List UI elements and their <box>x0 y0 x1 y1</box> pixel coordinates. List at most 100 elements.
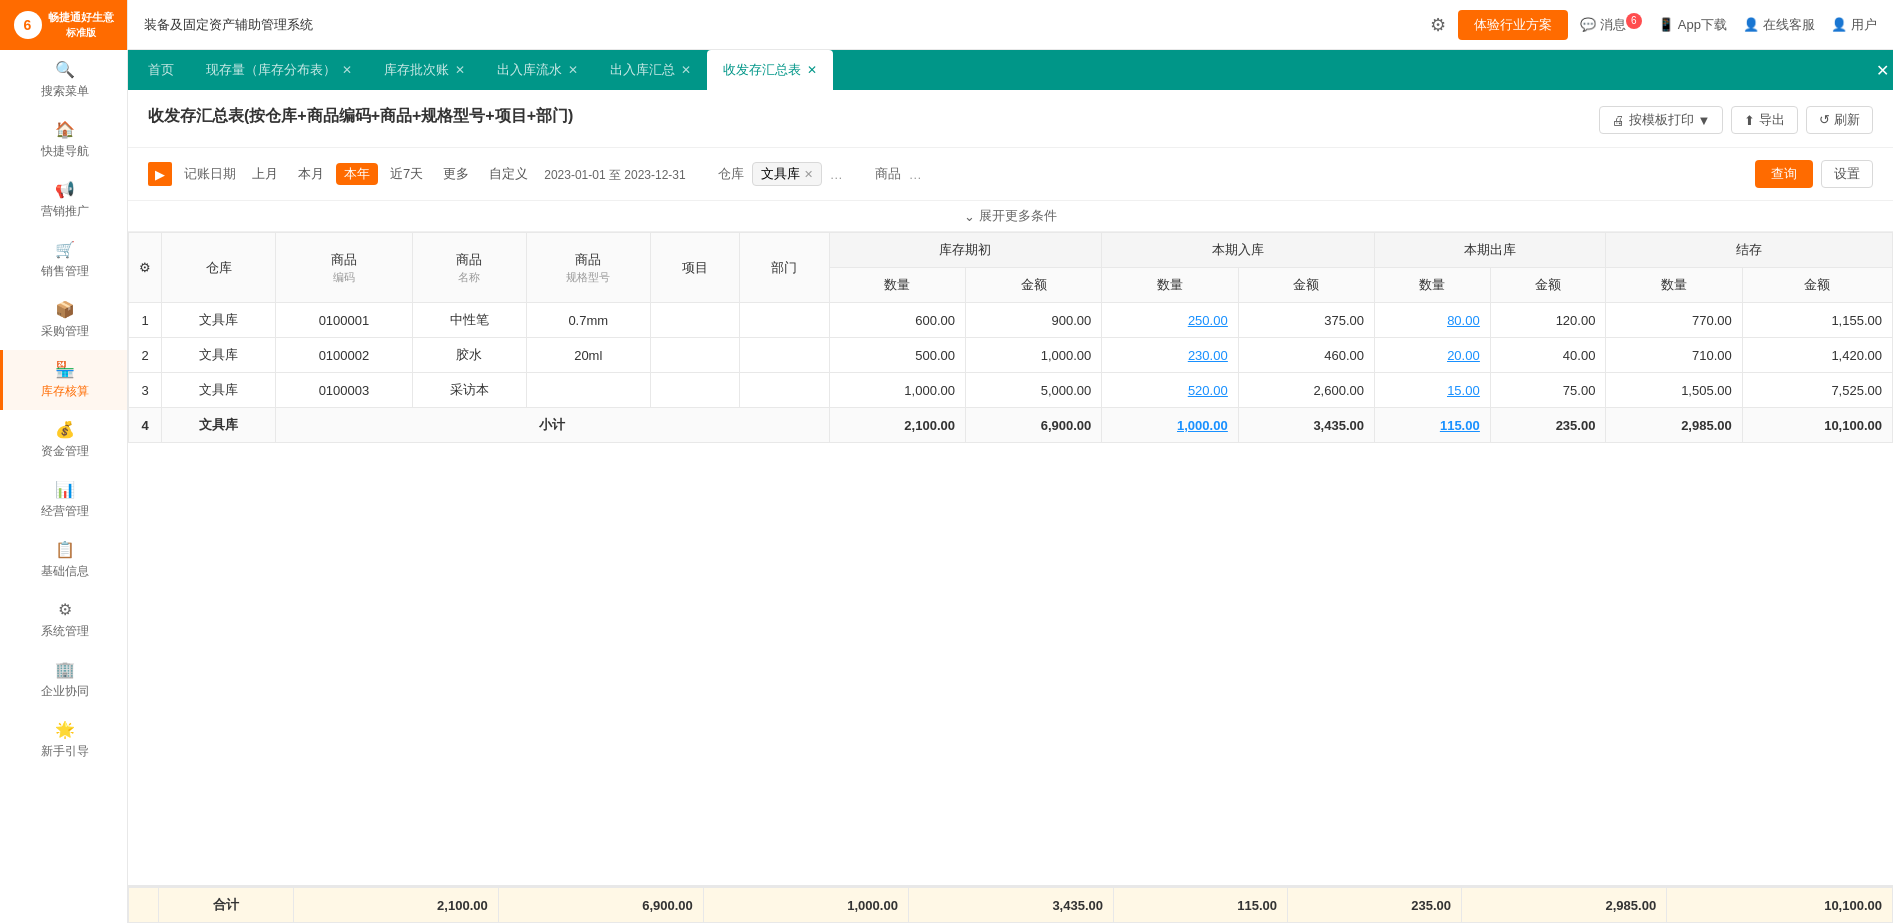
page-header: 收发存汇总表(按仓库+商品编码+商品+规格型号+项目+部门) 🖨 按模板打印 ▼… <box>128 90 1893 148</box>
product-more-button[interactable]: … <box>909 167 922 182</box>
col-sub-out-amt: 金额 <box>1490 268 1606 303</box>
row-out-qty[interactable]: 20.00 <box>1374 338 1490 373</box>
tab-close-recv-send[interactable]: ✕ <box>807 63 817 77</box>
print-icon: 🖨 <box>1612 113 1625 128</box>
row-opening-qty: 1,000.00 <box>829 373 965 408</box>
tab-close-inout-summary[interactable]: ✕ <box>681 63 691 77</box>
sidebar-item-label: 采购管理 <box>41 323 89 340</box>
row-opening-amt: 5,000.00 <box>965 373 1101 408</box>
subtotal-in-qty[interactable]: 1,000.00 <box>1102 408 1238 443</box>
tab-recv-send[interactable]: 收发存汇总表✕ <box>707 50 833 90</box>
tab-inventory-dist[interactable]: 现存量（库存分布表）✕ <box>190 50 368 90</box>
tab-home[interactable]: 首页 <box>132 50 190 90</box>
sidebar-item-operations[interactable]: 📊经营管理 <box>0 470 127 530</box>
sidebar-item-label: 企业协同 <box>41 683 89 700</box>
row-warehouse: 文具库 <box>162 303 276 338</box>
chevron-right-icon: ▶ <box>155 167 165 182</box>
row-product-spec <box>526 373 650 408</box>
query-button[interactable]: 查询 <box>1755 160 1813 188</box>
row-in-qty[interactable]: 250.00 <box>1102 303 1238 338</box>
date-option-more[interactable]: 更多 <box>435 163 477 185</box>
total-balance-qty: 2,985.00 <box>1462 888 1667 923</box>
tab-close-inventory-dist[interactable]: ✕ <box>342 63 352 77</box>
app-tag: 标准版 <box>62 26 100 39</box>
tab-close-inout-flow[interactable]: ✕ <box>568 63 578 77</box>
sidebar-item-purchase[interactable]: 📦 采购管理 <box>0 290 127 350</box>
tab-batch[interactable]: 库存批次账✕ <box>368 50 481 90</box>
tab-label-inout-flow: 出入库流水 <box>497 61 562 79</box>
date-option-this-year[interactable]: 本年 <box>336 163 378 185</box>
settings-icon[interactable]: ⚙ <box>1430 14 1446 36</box>
row-balance-qty: 1,505.00 <box>1606 373 1742 408</box>
row-opening-amt: 1,000.00 <box>965 338 1101 373</box>
sidebar-item-inventory[interactable]: 🏪 库存核算 <box>0 350 127 410</box>
sidebar-item-basic[interactable]: 📋基础信息 <box>0 530 127 590</box>
subtotal-num: 4 <box>129 408 162 443</box>
row-num: 3 <box>129 373 162 408</box>
date-option-this-month[interactable]: 本月 <box>290 163 332 185</box>
date-option-custom[interactable]: 自定义 <box>481 163 536 185</box>
row-out-amt: 40.00 <box>1490 338 1606 373</box>
sidebar-item-label: 经营管理 <box>41 503 89 520</box>
messages-action[interactable]: 💬 消息 6 <box>1580 16 1642 34</box>
logo-text: 畅捷通好生意 <box>48 10 114 25</box>
table-settings-icon[interactable]: ⚙ <box>129 233 162 303</box>
tab-label-home: 首页 <box>148 61 174 79</box>
sidebar-item-marketing[interactable]: 📢营销推广 <box>0 170 127 230</box>
date-option-last-month[interactable]: 上月 <box>244 163 286 185</box>
tab-inout-flow[interactable]: 出入库流水 ✕ <box>481 50 594 90</box>
close-all-tabs-button[interactable]: ✕ <box>1876 61 1889 80</box>
expand-more-button[interactable]: ⌄ 展开更多条件 <box>964 207 1057 225</box>
row-in-qty[interactable]: 520.00 <box>1102 373 1238 408</box>
sidebar-item-search[interactable]: 🔍搜索菜单 <box>0 50 127 110</box>
sidebar-item-corp[interactable]: 🏢 企业协同 <box>0 650 127 710</box>
tab-close-batch[interactable]: ✕ <box>455 63 465 77</box>
filter-setting-button[interactable]: 设置 <box>1821 160 1873 188</box>
topbar-actions: 💬 消息 6 📱 App下载 👤 在线客服 👤 用户 <box>1580 16 1877 34</box>
chevron-down-icon: ▼ <box>1698 113 1711 128</box>
sidebar-item-system[interactable]: ⚙系统管理 <box>0 590 127 650</box>
filter-toggle-button[interactable]: ▶ <box>148 162 172 186</box>
subtotal-balance-qty: 2,985.00 <box>1606 408 1742 443</box>
sidebar-item-label: 系统管理 <box>41 623 89 640</box>
total-opening-qty: 2,100.00 <box>293 888 498 923</box>
online-service-action[interactable]: 👤 在线客服 <box>1743 16 1815 34</box>
warehouse-value: 文具库 <box>761 165 800 183</box>
sidebar-item-label: 库存核算 <box>41 383 89 400</box>
date-option-7days[interactable]: 近7天 <box>382 163 431 185</box>
total-in-qty: 1,000.00 <box>703 888 908 923</box>
sidebar-item-finance[interactable]: 💰资金管理 <box>0 410 127 470</box>
purchase-icon: 📦 <box>55 300 75 319</box>
tab-inout-summary[interactable]: 出入库汇总✕ <box>594 50 707 90</box>
inventory-icon: 🏪 <box>55 360 75 379</box>
user-action[interactable]: 👤 用户 <box>1831 16 1877 34</box>
app-download-action[interactable]: 📱 App下载 <box>1658 16 1727 34</box>
page-title: 收发存汇总表(按仓库+商品编码+商品+规格型号+项目+部门) <box>148 106 573 127</box>
warehouse-more-button[interactable]: … <box>830 167 843 182</box>
date-filter-group: 记账日期 上月 本月 本年 近7天 更多 自定义 2023-01-01 至 20… <box>184 163 686 185</box>
corp-icon: 🏢 <box>55 660 75 679</box>
row-opening-qty: 500.00 <box>829 338 965 373</box>
warehouse-remove-button[interactable]: ✕ <box>804 168 813 181</box>
row-balance-qty: 710.00 <box>1606 338 1742 373</box>
row-out-qty[interactable]: 80.00 <box>1374 303 1490 338</box>
subtotal-warehouse: 文具库 <box>162 408 276 443</box>
sidebar-item-quick[interactable]: 🏠快捷导航 <box>0 110 127 170</box>
row-in-qty[interactable]: 230.00 <box>1102 338 1238 373</box>
refresh-button[interactable]: ↺ 刷新 <box>1806 106 1873 134</box>
subtotal-out-qty[interactable]: 115.00 <box>1374 408 1490 443</box>
table-row: 3 文具库 0100003 采访本 1,000.00 5,000.00 520.… <box>129 373 1893 408</box>
row-num: 1 <box>129 303 162 338</box>
row-out-qty[interactable]: 15.00 <box>1374 373 1490 408</box>
col-sub-balance-qty: 数量 <box>1606 268 1742 303</box>
print-button[interactable]: 🖨 按模板打印 ▼ <box>1599 106 1724 134</box>
main-area: 装备及固定资产辅助管理系统 ⚙ 体验行业方案 💬 消息 6 📱 App下载 👤 … <box>128 0 1893 923</box>
online-service-label: 在线客服 <box>1763 16 1815 34</box>
row-opening-amt: 900.00 <box>965 303 1101 338</box>
sidebar-item-guide[interactable]: 🌟新手引导 <box>0 710 127 770</box>
export-button[interactable]: ⬆ 导出 <box>1731 106 1798 134</box>
guide-icon: 🌟 <box>55 720 75 739</box>
subtotal-balance-amt: 10,100.00 <box>1742 408 1892 443</box>
sidebar-item-sales[interactable]: 🛒销售管理 <box>0 230 127 290</box>
trial-button[interactable]: 体验行业方案 <box>1458 10 1568 40</box>
